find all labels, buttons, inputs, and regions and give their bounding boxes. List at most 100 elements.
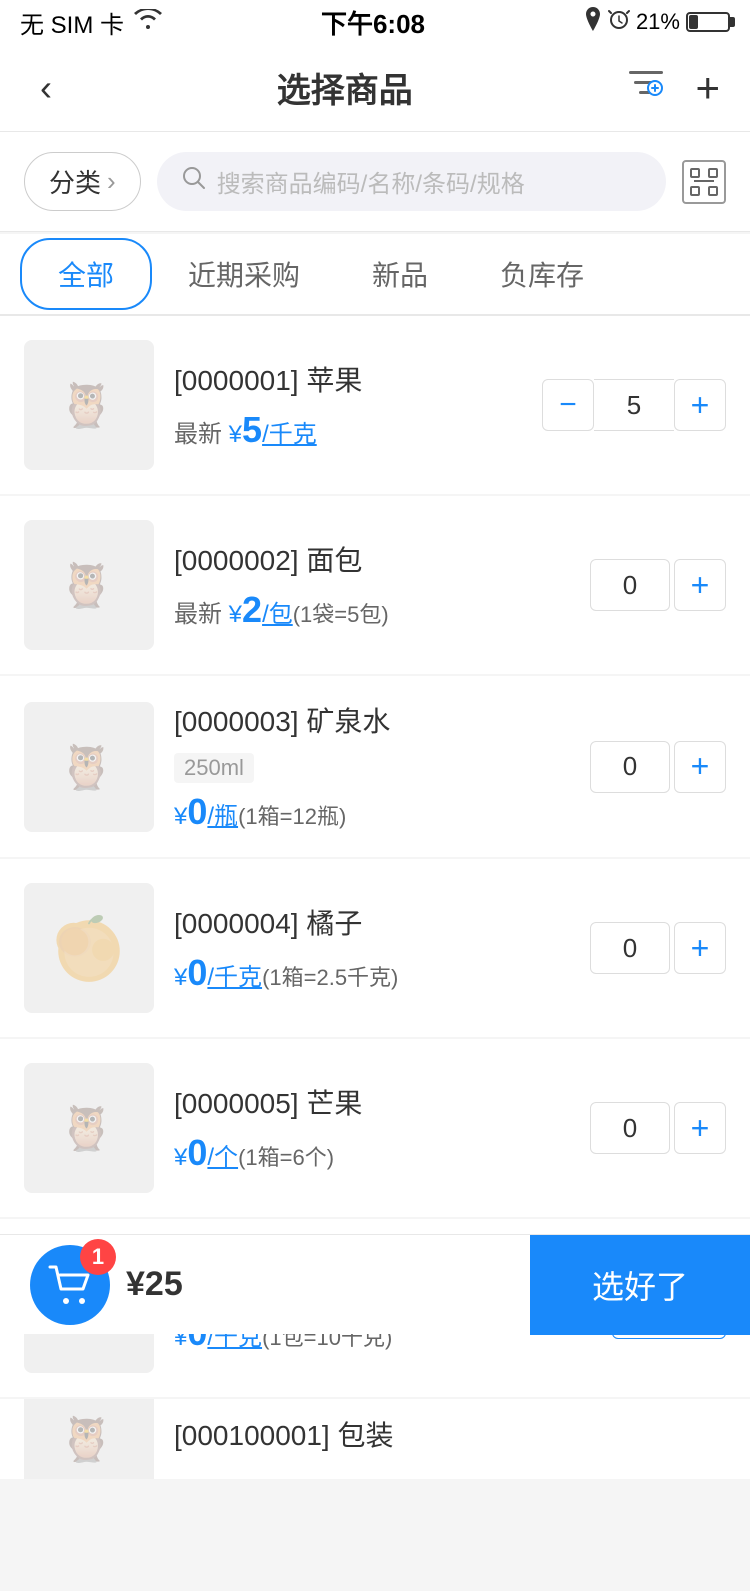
status-bar: 无 SIM 卡 下午6:08 21% bbox=[0, 0, 750, 44]
product-price: ¥0/个(1箱=6个) bbox=[174, 1132, 570, 1174]
filter-bar: 分类 › 搜索商品编码/名称/条码/规格 bbox=[0, 132, 750, 232]
add-icon[interactable]: + bbox=[695, 64, 720, 112]
table-row: 🦉 [0000003] 矿泉水 250ml ¥0/瓶(1箱=12瓶) + bbox=[0, 676, 750, 857]
price-extra: (1箱=2.5千克) bbox=[262, 965, 398, 990]
price-value: 0 bbox=[187, 1132, 207, 1173]
product-price: ¥0/千克(1箱=2.5千克) bbox=[174, 952, 570, 994]
product-price: 最新 ¥5/千克 bbox=[174, 409, 522, 451]
product-list: 🦉 [0000001] 苹果 最新 ¥5/千克 − + 🦉 [0000002] … bbox=[0, 316, 750, 1591]
location-icon bbox=[584, 7, 602, 37]
plus-button[interactable]: + bbox=[674, 922, 726, 974]
battery-icon bbox=[686, 12, 730, 32]
table-row: 🦉 [000100001] 包装 bbox=[0, 1399, 750, 1479]
price-unit: /包 bbox=[262, 601, 293, 628]
tab-negative[interactable]: 负库存 bbox=[464, 234, 620, 314]
svg-text:🦉: 🦉 bbox=[59, 381, 114, 430]
confirm-button[interactable]: 选好了 bbox=[530, 1235, 750, 1335]
quantity-input[interactable] bbox=[590, 1102, 670, 1154]
search-icon bbox=[181, 165, 207, 198]
price-label: 最新 bbox=[174, 601, 222, 628]
carrier-label: 无 SIM 卡 bbox=[20, 5, 124, 40]
svg-text:🦉: 🦉 bbox=[59, 1104, 114, 1153]
price-unit: /千克 bbox=[262, 421, 317, 448]
quantity-control: − + bbox=[542, 379, 726, 431]
price-extra: (1袋=5包) bbox=[293, 602, 389, 627]
category-chevron: › bbox=[107, 166, 116, 197]
nav-actions: + bbox=[627, 64, 720, 112]
product-info: [0000005] 芒果 ¥0/个(1箱=6个) bbox=[174, 1082, 570, 1174]
price-extra: (1箱=6个) bbox=[238, 1145, 334, 1170]
product-price: 最新 ¥2/包(1袋=5包) bbox=[174, 589, 570, 631]
product-spec: 250ml bbox=[174, 753, 254, 783]
product-image: 🦉 bbox=[24, 1063, 154, 1193]
quantity-input[interactable] bbox=[594, 379, 674, 431]
table-row: 🦉 [0000005] 芒果 ¥0/个(1箱=6个) + bbox=[0, 1039, 750, 1217]
status-right: 21% bbox=[584, 7, 730, 37]
product-info: [0000002] 面包 最新 ¥2/包(1袋=5包) bbox=[174, 539, 570, 631]
scan-button[interactable] bbox=[682, 160, 726, 204]
quantity-control: + bbox=[590, 559, 726, 611]
product-image bbox=[24, 883, 154, 1013]
product-image: 🦉 bbox=[24, 702, 154, 832]
product-name: [0000001] 苹果 bbox=[174, 359, 522, 399]
product-image: 🦉 bbox=[24, 340, 154, 470]
price-symbol: ¥ bbox=[174, 1144, 187, 1171]
product-image: 🦉 bbox=[24, 1399, 154, 1479]
product-info: [000100001] 包装 bbox=[174, 1414, 726, 1464]
product-name: [0000005] 芒果 bbox=[174, 1082, 570, 1122]
price-value: 5 bbox=[242, 409, 262, 450]
plus-button[interactable]: + bbox=[674, 741, 726, 793]
price-unit: /个 bbox=[207, 1144, 238, 1171]
product-info: [0000003] 矿泉水 250ml ¥0/瓶(1箱=12瓶) bbox=[174, 700, 570, 833]
battery-percentage: 21% bbox=[636, 9, 680, 35]
wifi-icon bbox=[134, 8, 162, 36]
cart-badge: 1 bbox=[80, 1239, 116, 1275]
price-symbol: ¥ bbox=[174, 964, 187, 991]
product-info: [0000001] 苹果 最新 ¥5/千克 bbox=[174, 359, 522, 451]
page-title: 选择商品 bbox=[277, 63, 413, 112]
nav-bar: ‹ 选择商品 + bbox=[0, 44, 750, 132]
quantity-input[interactable] bbox=[590, 741, 670, 793]
price-extra: (1箱=12瓶) bbox=[238, 804, 346, 829]
product-price: ¥0/瓶(1箱=12瓶) bbox=[174, 791, 570, 833]
table-row: 🦉 [0000001] 苹果 最新 ¥5/千克 − + bbox=[0, 316, 750, 494]
minus-button[interactable]: − bbox=[542, 379, 594, 431]
price-value: 0 bbox=[187, 952, 207, 993]
back-button[interactable]: ‹ bbox=[30, 57, 62, 119]
search-box[interactable]: 搜索商品编码/名称/条码/规格 bbox=[157, 152, 666, 211]
product-name: [0000003] 矿泉水 bbox=[174, 700, 570, 740]
quantity-control: + bbox=[590, 741, 726, 793]
search-placeholder: 搜索商品编码/名称/条码/规格 bbox=[217, 164, 525, 199]
plus-button[interactable]: + bbox=[674, 1102, 726, 1154]
price-unit: /瓶 bbox=[207, 803, 238, 830]
price-symbol: ¥ bbox=[229, 421, 242, 448]
tab-all[interactable]: 全部 bbox=[20, 238, 152, 310]
bottom-bar: 1 ¥25 选好了 bbox=[0, 1234, 750, 1334]
alarm-icon bbox=[608, 8, 630, 36]
quantity-input[interactable] bbox=[590, 922, 670, 974]
tab-bar: 全部 近期采购 新品 负库存 bbox=[0, 234, 750, 316]
filter-icon[interactable] bbox=[627, 66, 665, 110]
quantity-input[interactable] bbox=[590, 559, 670, 611]
svg-text:🦉: 🦉 bbox=[59, 561, 114, 610]
quantity-control: + bbox=[590, 1102, 726, 1154]
category-label: 分类 bbox=[49, 163, 101, 200]
price-label: 最新 bbox=[174, 421, 222, 448]
category-button[interactable]: 分类 › bbox=[24, 152, 141, 211]
plus-button[interactable]: + bbox=[674, 559, 726, 611]
price-value: 2 bbox=[242, 589, 262, 630]
price-symbol: ¥ bbox=[229, 601, 242, 628]
status-time: 下午6:08 bbox=[321, 4, 425, 41]
plus-button[interactable]: + bbox=[674, 379, 726, 431]
table-row: [0000004] 橘子 ¥0/千克(1箱=2.5千克) + bbox=[0, 859, 750, 1037]
tab-recent[interactable]: 近期采购 bbox=[152, 234, 336, 314]
svg-text:🦉: 🦉 bbox=[59, 743, 114, 792]
price-unit: /千克 bbox=[207, 964, 262, 991]
product-name: [0000004] 橘子 bbox=[174, 902, 570, 942]
tab-new[interactable]: 新品 bbox=[336, 234, 464, 314]
cart-total: ¥25 bbox=[126, 1265, 183, 1304]
product-name: [000100001] 包装 bbox=[174, 1414, 726, 1454]
price-value: 0 bbox=[187, 791, 207, 832]
svg-text:🦉: 🦉 bbox=[59, 1415, 114, 1464]
cart-icon-wrap[interactable]: 1 bbox=[30, 1245, 110, 1325]
